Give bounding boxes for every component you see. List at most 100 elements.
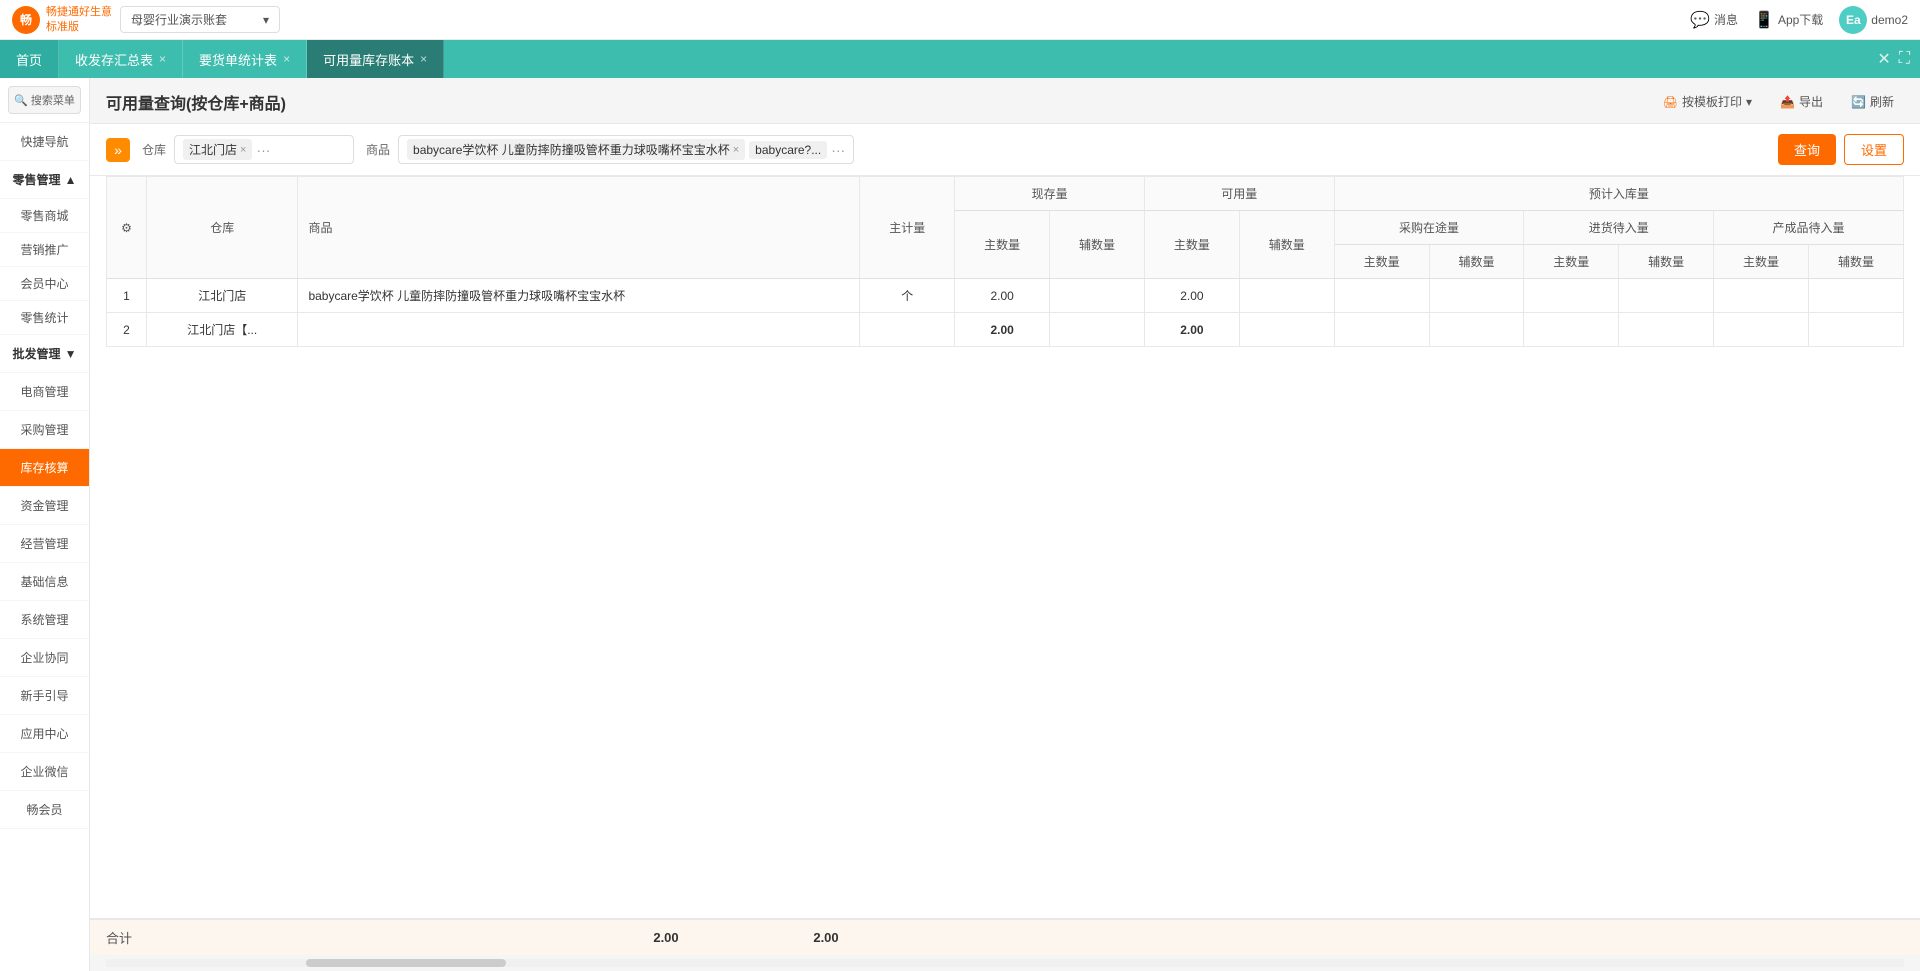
col-unit: 主计量	[860, 177, 955, 279]
sidebar-item-member[interactable]: 会员中心	[0, 267, 89, 301]
page-title: 可用量查询(按仓库+商品)	[106, 90, 286, 114]
goods-tag-1: babycare学饮杯 儿童防摔防撞吸管杯重力球吸嘴杯宝宝水杯 ×	[407, 139, 745, 160]
sidebar-item-finance[interactable]: 资金管理	[0, 487, 89, 525]
settings-icon[interactable]: ⚙	[121, 221, 132, 235]
col-purchase-sub: 辅数量	[1429, 245, 1524, 279]
row-1-stock-sub	[1050, 279, 1145, 313]
row-1-goods: babycare学饮杯 儿童防摔防撞吸管杯重力球吸嘴杯宝宝水杯	[298, 279, 860, 313]
sidebar-item-ecommerce[interactable]: 电商管理	[0, 373, 89, 411]
sidebar-item-enterprise[interactable]: 企业协同	[0, 639, 89, 677]
col-avail-main: 主数量	[1144, 211, 1239, 279]
tab-order-stats[interactable]: 要货单统计表 ×	[183, 40, 307, 78]
sidebar-item-retail-mall[interactable]: 零售商城	[0, 199, 89, 233]
search-btn[interactable]: 查询	[1778, 134, 1836, 165]
col-stock-group: 现存量	[955, 177, 1145, 211]
row-1-purchase-sub	[1429, 279, 1524, 313]
sidebar-item-retail-stats[interactable]: 零售统计	[0, 301, 89, 335]
export-btn[interactable]: 📤 导出	[1770, 88, 1833, 115]
tab-collection-summary[interactable]: 收发存汇总表 ×	[59, 40, 183, 78]
warehouse-tag-remove[interactable]: ×	[240, 144, 246, 156]
goods-tag1-remove[interactable]: ×	[733, 144, 739, 156]
col-inbound-main: 主数量	[1524, 245, 1619, 279]
header-left: 畅 畅捷通好生意 标准版 母婴行业演示账套 ▾	[12, 5, 280, 34]
col-inbound-group: 进货待入量	[1524, 211, 1714, 245]
sidebar-item-operations[interactable]: 经营管理	[0, 525, 89, 563]
message-btn[interactable]: 💬 消息	[1690, 10, 1738, 30]
search-icon: 🔍	[14, 95, 28, 107]
col-stock-main: 主数量	[955, 211, 1050, 279]
tab-home-label: 首页	[16, 50, 42, 69]
data-table: ⚙ 仓库 商品 主计量 现存量 可用量 预计入库量 主数量 辅数量 主数量 辅数…	[106, 176, 1904, 347]
table-row: 1 江北门店 babycare学饮杯 儿童防摔防撞吸管杯重力球吸嘴杯宝宝水杯 个…	[107, 279, 1904, 313]
tab-inventory-book[interactable]: 可用量库存账本 ×	[307, 40, 444, 78]
sidebar-item-marketing[interactable]: 营销推广	[0, 233, 89, 267]
user-area[interactable]: Ea demo2	[1839, 6, 1908, 34]
refresh-btn[interactable]: 🔄 刷新	[1841, 88, 1904, 115]
maximize-window-icon[interactable]: ⛶	[1899, 50, 1910, 68]
horizontal-scrollbar[interactable]	[106, 959, 1904, 967]
sidebar-item-inventory[interactable]: 库存核算	[0, 449, 89, 487]
row-1-warehouse: 江北门店	[147, 279, 298, 313]
goods-label: 商品	[366, 141, 390, 158]
username: demo2	[1871, 13, 1908, 27]
sidebar-item-member2[interactable]: 畅会员	[0, 791, 89, 829]
refresh-icon: 🔄	[1851, 95, 1866, 109]
row-1-produced-sub	[1808, 279, 1903, 313]
goods-more-icon[interactable]: ···	[831, 142, 845, 158]
sidebar-item-system[interactable]: 系统管理	[0, 601, 89, 639]
scrollbar-thumb[interactable]	[306, 959, 506, 967]
industry-selector[interactable]: 母婴行业演示账套 ▾	[120, 6, 280, 33]
sidebar-item-retail-manage[interactable]: 零售管理 ▲	[0, 161, 89, 199]
settings-btn[interactable]: 设置	[1844, 134, 1904, 165]
row-2-index: 2	[107, 313, 147, 347]
row-2-inbound-main	[1524, 313, 1619, 347]
retail-manage-label: 零售管理	[13, 171, 61, 188]
tab-order-close[interactable]: ×	[283, 52, 290, 66]
filter-toggle-btn[interactable]: »	[106, 138, 130, 162]
col-avail-group: 可用量	[1144, 177, 1334, 211]
row-2-avail-main: 2.00	[1144, 313, 1239, 347]
row-2-produced-sub	[1808, 313, 1903, 347]
sidebar-item-guide[interactable]: 新手引导	[0, 677, 89, 715]
search-menu-btn[interactable]: 🔍 搜索菜单	[8, 86, 81, 114]
row-2-goods	[298, 313, 860, 347]
sidebar-item-wechat[interactable]: 企业微信	[0, 753, 89, 791]
page-actions: 🖨 按模板打印 ▾ 📤 导出 🔄 刷新	[1653, 88, 1904, 115]
col-warehouse: 仓库	[147, 177, 298, 279]
warehouse-more-icon[interactable]: ···	[256, 142, 270, 158]
logo-text: 畅捷通好生意 标准版	[46, 5, 112, 34]
expand-icon-2: ▼	[65, 347, 77, 361]
goods-input[interactable]: babycare学饮杯 儿童防摔防撞吸管杯重力球吸嘴杯宝宝水杯 × babyca…	[398, 135, 854, 164]
table-settings-col[interactable]: ⚙	[107, 177, 147, 279]
row-1-avail-main: 2.00	[1144, 279, 1239, 313]
print-dropdown-icon: ▾	[1746, 95, 1752, 109]
sidebar-item-purchase[interactable]: 采购管理	[0, 411, 89, 449]
warehouse-input[interactable]: 江北门店 × ···	[174, 135, 354, 164]
col-stock-sub: 辅数量	[1050, 211, 1145, 279]
filter-area: » 仓库 江北门店 × ··· 商品 babycare学饮杯 儿童防摔防撞吸管杯…	[90, 124, 1920, 176]
expand-icon: ▲	[65, 173, 77, 187]
close-window-icon[interactable]: ✕	[1877, 49, 1890, 69]
download-icon: 📱	[1754, 10, 1774, 30]
print-btn[interactable]: 🖨 按模板打印 ▾	[1653, 88, 1762, 115]
sidebar-item-apps[interactable]: 应用中心	[0, 715, 89, 753]
col-produced-main: 主数量	[1714, 245, 1809, 279]
filter-actions: 查询 设置	[1778, 134, 1904, 165]
tab-inventory-close[interactable]: ×	[420, 52, 427, 66]
warehouse-label: 仓库	[142, 141, 166, 158]
row-2-unit	[860, 313, 955, 347]
row-1-avail-sub	[1239, 279, 1334, 313]
tab-home[interactable]: 首页	[0, 40, 59, 78]
sidebar-item-basics[interactable]: 基础信息	[0, 563, 89, 601]
sidebar-item-wholesale[interactable]: 批发管理 ▼	[0, 335, 89, 373]
tab-inventory-label: 可用量库存账本	[323, 50, 414, 69]
col-produced-group: 产成品待入量	[1714, 211, 1904, 245]
app-download-btn[interactable]: 📱 App下载	[1754, 10, 1823, 30]
content-area: 可用量查询(按仓库+商品) 🖨 按模板打印 ▾ 📤 导出 🔄 刷新	[90, 78, 1920, 971]
tab-collection-close[interactable]: ×	[159, 52, 166, 66]
goods-tag-2: babycare?...	[749, 141, 827, 159]
industry-name: 母婴行业演示账套	[131, 11, 227, 28]
main-layout: 🔍 搜索菜单 快捷导航 零售管理 ▲ 零售商城 营销推广 会员中心 零售统计 批…	[0, 78, 1920, 971]
row-2-inbound-sub	[1619, 313, 1714, 347]
warehouse-filter: 仓库 江北门店 × ···	[142, 135, 354, 164]
